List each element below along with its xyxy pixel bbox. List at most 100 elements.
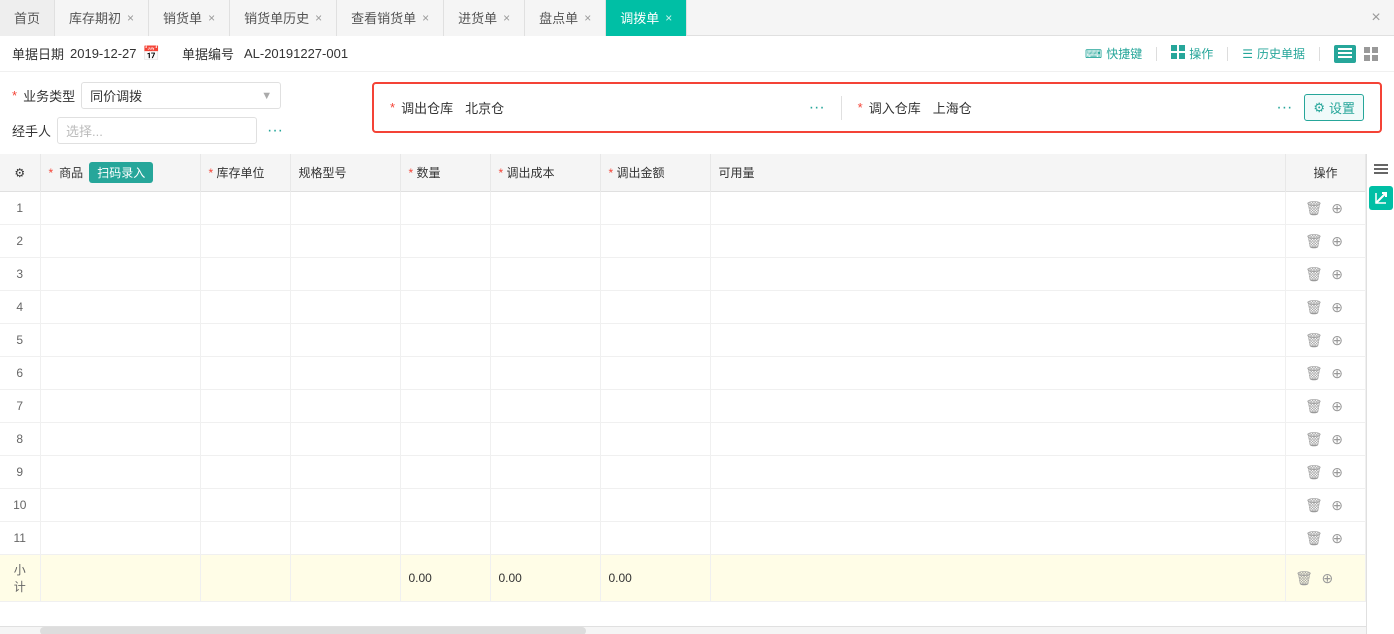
unit-cell[interactable] [200, 489, 290, 522]
cost-cell[interactable] [490, 456, 600, 489]
cost-cell[interactable] [490, 489, 600, 522]
available-cell[interactable] [710, 390, 1286, 423]
delete-row-button[interactable]: 🗑 [1304, 363, 1324, 383]
amount-cell[interactable] [600, 291, 710, 324]
unit-cell[interactable] [200, 390, 290, 423]
delete-row-button[interactable]: 🗑 [1304, 264, 1324, 284]
available-cell[interactable] [710, 324, 1286, 357]
available-cell[interactable] [710, 192, 1286, 225]
copy-row-button[interactable]: ⊕ [1327, 462, 1347, 482]
qty-cell[interactable] [400, 489, 490, 522]
biz-type-select[interactable]: 同价调拨 ▼ [81, 82, 281, 109]
out-warehouse-more-icon[interactable]: ··· [809, 99, 825, 117]
shortcut-key-button[interactable]: ⌨ 快捷键 [1085, 45, 1142, 62]
unit-cell[interactable] [200, 258, 290, 291]
history-button[interactable]: ☰ 历史单据 [1242, 45, 1305, 62]
qty-cell[interactable] [400, 456, 490, 489]
product-cell[interactable] [40, 489, 200, 522]
delete-row-button[interactable]: 🗑 [1304, 528, 1324, 548]
cost-cell[interactable] [490, 258, 600, 291]
copy-row-button[interactable]: ⊕ [1327, 198, 1347, 218]
available-cell[interactable] [710, 357, 1286, 390]
unit-cell[interactable] [200, 192, 290, 225]
unit-cell[interactable] [200, 225, 290, 258]
cost-cell[interactable] [490, 291, 600, 324]
amount-cell[interactable] [600, 357, 710, 390]
copy-row-button[interactable]: ⊕ [1327, 330, 1347, 350]
available-cell[interactable] [710, 456, 1286, 489]
sidebar-doc-list-icon[interactable] [1369, 158, 1393, 182]
qty-cell[interactable] [400, 522, 490, 555]
cost-cell[interactable] [490, 390, 600, 423]
amount-cell[interactable] [600, 522, 710, 555]
delete-row-button[interactable]: 🗑 [1304, 462, 1324, 482]
table-scroll-area[interactable]: ⚙ * 商品 扫码录入 * [0, 154, 1366, 626]
th-settings[interactable]: ⚙ [0, 154, 40, 192]
calendar-icon[interactable]: 📅 [143, 45, 160, 62]
tab-transfer[interactable]: 调拨单 × [606, 0, 687, 36]
amount-cell[interactable] [600, 390, 710, 423]
tab-purchase-order[interactable]: 进货单 × [444, 0, 525, 36]
in-warehouse-more-icon[interactable]: ··· [1276, 99, 1292, 117]
cost-cell[interactable] [490, 423, 600, 456]
copy-row-button[interactable]: ⊕ [1327, 495, 1347, 515]
tab-purchase-order-close[interactable]: × [503, 12, 510, 24]
tab-sales-order-close[interactable]: × [208, 12, 215, 24]
spec-cell[interactable] [290, 423, 400, 456]
tab-home[interactable]: 首页 [0, 0, 55, 36]
tab-stocktake[interactable]: 盘点单 × [525, 0, 606, 36]
qty-cell[interactable] [400, 291, 490, 324]
window-close-button[interactable]: × [1358, 0, 1394, 36]
available-cell[interactable] [710, 225, 1286, 258]
spec-cell[interactable] [290, 357, 400, 390]
product-cell[interactable] [40, 324, 200, 357]
product-cell[interactable] [40, 456, 200, 489]
operations-button[interactable]: 操作 [1171, 45, 1213, 62]
qty-cell[interactable] [400, 324, 490, 357]
subtotal-delete-button[interactable]: 🗑 [1294, 568, 1314, 588]
amount-cell[interactable] [600, 324, 710, 357]
handler-select[interactable]: 选择... [57, 117, 257, 144]
spec-cell[interactable] [290, 258, 400, 291]
available-cell[interactable] [710, 258, 1286, 291]
spec-cell[interactable] [290, 324, 400, 357]
delete-row-button[interactable]: 🗑 [1304, 429, 1324, 449]
tab-sales-history[interactable]: 销货单历史 × [230, 0, 337, 36]
product-cell[interactable] [40, 522, 200, 555]
grid-view-button[interactable] [1360, 45, 1382, 63]
delete-row-button[interactable]: 🗑 [1304, 297, 1324, 317]
available-cell[interactable] [710, 522, 1286, 555]
list-view-button[interactable] [1334, 45, 1356, 63]
copy-row-button[interactable]: ⊕ [1327, 264, 1347, 284]
delete-row-button[interactable]: 🗑 [1304, 330, 1324, 350]
tab-view-sales[interactable]: 查看销货单 × [337, 0, 444, 36]
copy-row-button[interactable]: ⊕ [1327, 231, 1347, 251]
copy-row-button[interactable]: ⊕ [1327, 297, 1347, 317]
delete-row-button[interactable]: 🗑 [1304, 198, 1324, 218]
product-cell[interactable] [40, 258, 200, 291]
amount-cell[interactable] [600, 258, 710, 291]
unit-cell[interactable] [200, 456, 290, 489]
copy-row-button[interactable]: ⊕ [1327, 363, 1347, 383]
delete-row-button[interactable]: 🗑 [1304, 231, 1324, 251]
delete-row-button[interactable]: 🗑 [1304, 396, 1324, 416]
settings-button[interactable]: ⚙ 设置 [1304, 94, 1364, 121]
amount-cell[interactable] [600, 456, 710, 489]
unit-cell[interactable] [200, 357, 290, 390]
tab-sales-order[interactable]: 销货单 × [149, 0, 230, 36]
subtotal-copy-button[interactable]: ⊕ [1317, 568, 1337, 588]
cost-cell[interactable] [490, 522, 600, 555]
product-cell[interactable] [40, 423, 200, 456]
unit-cell[interactable] [200, 324, 290, 357]
scan-input-button[interactable]: 扫码录入 [89, 162, 153, 183]
tab-inventory-init-close[interactable]: × [127, 12, 134, 24]
product-cell[interactable] [40, 291, 200, 324]
spec-cell[interactable] [290, 522, 400, 555]
spec-cell[interactable] [290, 192, 400, 225]
product-cell[interactable] [40, 357, 200, 390]
qty-cell[interactable] [400, 192, 490, 225]
spec-cell[interactable] [290, 456, 400, 489]
tab-view-sales-close[interactable]: × [422, 12, 429, 24]
cost-cell[interactable] [490, 192, 600, 225]
amount-cell[interactable] [600, 489, 710, 522]
